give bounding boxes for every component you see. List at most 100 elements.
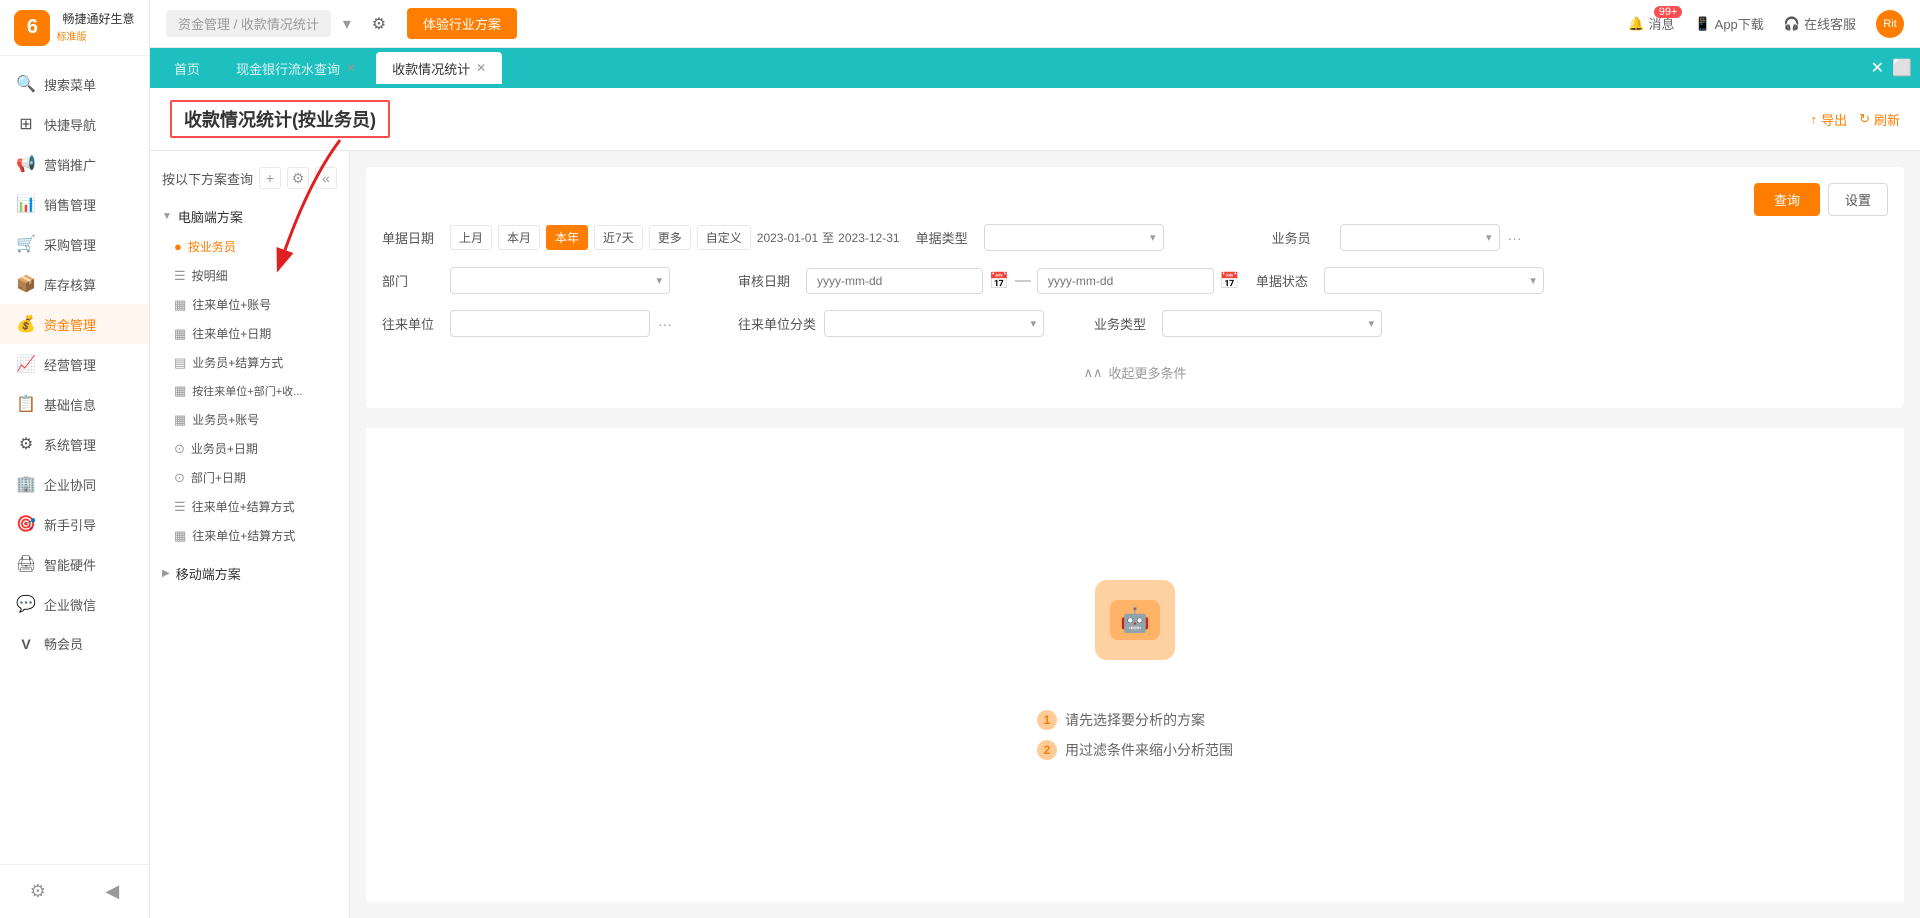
user-avatar[interactable]: Rit bbox=[1876, 10, 1904, 38]
sidebar-collapse-btn[interactable]: ◀ bbox=[105, 881, 119, 902]
trial-button[interactable]: 体验行业方案 bbox=[407, 8, 517, 39]
scheme-group-mobile-header[interactable]: ▶ 移动端方案 bbox=[150, 558, 349, 589]
date-separator: — bbox=[1015, 272, 1031, 290]
business-type-select[interactable] bbox=[1162, 310, 1382, 337]
filter-item-doc-status: 单据状态 ▾ bbox=[1256, 267, 1596, 294]
scheme-item-salesman-settle[interactable]: ▤ 业务员+结算方式 bbox=[150, 348, 349, 377]
sidebar: 6 畅捷通好生意 标准版 🔍 搜索菜单 ⊞ 快捷导航 📢 营销推广 📊 销 bbox=[0, 0, 150, 918]
review-date-end-input[interactable] bbox=[1037, 268, 1214, 294]
partner-more-btn[interactable]: ··· bbox=[654, 316, 676, 332]
sidebar-settings-btn[interactable]: ⚙ bbox=[30, 881, 46, 902]
collapse-conditions-btn[interactable]: ∧∧ 收起更多条件 bbox=[382, 353, 1888, 392]
filter-settings-button[interactable]: 设置 bbox=[1828, 183, 1888, 216]
close-window-btn[interactable]: ✕ bbox=[1871, 58, 1884, 78]
date-btn-last-month[interactable]: 上月 bbox=[450, 225, 492, 250]
dept-select-wrapper: ▾ bbox=[450, 267, 670, 294]
marketing-icon: 📢 bbox=[16, 154, 36, 174]
sidebar-item-inventory[interactable]: 📦 库存核算 bbox=[0, 264, 149, 304]
partner-category-select[interactable] bbox=[824, 310, 1044, 337]
window-controls: ✕ ⬜ bbox=[1871, 58, 1912, 78]
scheme-item-dept-date[interactable]: ⊙ 部门+日期 bbox=[150, 463, 349, 492]
partner-settle2-icon: ▦ bbox=[174, 528, 186, 544]
sidebar-item-search[interactable]: 🔍 搜索菜单 bbox=[0, 64, 149, 104]
online-service-btn[interactable]: 🎧 在线客服 bbox=[1784, 14, 1856, 33]
header-gear-btn[interactable]: ⚙ bbox=[363, 8, 395, 40]
scheme-item-partner-account[interactable]: ▦ 往来单位+账号 bbox=[150, 290, 349, 319]
date-btn-last-7-days[interactable]: 近7天 bbox=[594, 225, 643, 250]
sidebar-item-label: 快捷导航 bbox=[44, 115, 96, 134]
sidebar-item-finance[interactable]: 💰 资金管理 bbox=[0, 304, 149, 344]
scheme-item-partner-settle1[interactable]: ☰ 往来单位+结算方式 bbox=[150, 492, 349, 521]
review-date-label: 审核日期 bbox=[738, 271, 798, 290]
scheme-settings-btn[interactable]: ⚙ bbox=[287, 167, 309, 189]
sidebar-item-label: 经营管理 bbox=[44, 355, 96, 374]
sidebar-item-member[interactable]: V 畅会员 bbox=[0, 624, 149, 663]
notification-badge-count: 99+ bbox=[1654, 6, 1683, 18]
app-download-btn[interactable]: 📱 App下载 bbox=[1694, 14, 1763, 33]
scheme-group-desktop-header[interactable]: ▼ 电脑端方案 bbox=[150, 201, 349, 232]
doc-status-select[interactable] bbox=[1324, 267, 1544, 294]
scheme-item-salesman-date[interactable]: ⊙ 业务员+日期 bbox=[150, 434, 349, 463]
breadcrumb-dropdown-icon[interactable]: ▾ bbox=[343, 14, 351, 34]
scheme-item-label: 往来单位+日期 bbox=[192, 325, 271, 342]
sidebar-item-operations[interactable]: 📈 经营管理 bbox=[0, 344, 149, 384]
add-scheme-btn[interactable]: + bbox=[259, 167, 281, 189]
maximize-window-btn[interactable]: ⬜ bbox=[1892, 58, 1912, 78]
query-button[interactable]: 查询 bbox=[1754, 183, 1820, 216]
page-header-actions: ↑ 导出 ↻ 刷新 bbox=[1811, 110, 1900, 129]
salesman-more-btn[interactable]: ··· bbox=[1504, 230, 1526, 246]
dept-date-icon: ⊙ bbox=[174, 470, 185, 486]
date-btn-custom[interactable]: 自定义 bbox=[697, 225, 751, 250]
sidebar-item-purchase[interactable]: 🛒 采购管理 bbox=[0, 224, 149, 264]
top-header: 资金管理 / 收款情况统计 ▾ ⚙ 体验行业方案 🔔 消息 99+ 📱 App下… bbox=[150, 0, 1920, 48]
refresh-button[interactable]: ↻ 刷新 bbox=[1859, 110, 1900, 129]
scheme-item-label: 业务员+结算方式 bbox=[192, 354, 283, 371]
salesman-account-icon: ▦ bbox=[174, 412, 186, 428]
tab-collection-stat-close[interactable]: ✕ bbox=[476, 61, 486, 75]
tab-bank-flow-close[interactable]: ✕ bbox=[346, 61, 356, 75]
dept-select[interactable] bbox=[450, 267, 670, 294]
date-btn-this-year[interactable]: 本年 bbox=[546, 225, 588, 250]
sales-icon: 📊 bbox=[16, 194, 36, 214]
scheme-item-label: 按往来单位+部门+收... bbox=[192, 383, 302, 399]
scheme-item-partner-date[interactable]: ▦ 往来单位+日期 bbox=[150, 319, 349, 348]
partner-category-label: 往来单位分类 bbox=[738, 314, 816, 333]
salesman-select[interactable] bbox=[1340, 224, 1500, 251]
scheme-item-by-detail[interactable]: ☰ 按明细 bbox=[150, 261, 349, 290]
scheme-item-salesman-account[interactable]: ▦ 业务员+账号 bbox=[150, 405, 349, 434]
sidebar-item-guide[interactable]: 🎯 新手引导 bbox=[0, 504, 149, 544]
doc-type-label: 单据类型 bbox=[916, 228, 976, 247]
scheme-item-partner-settle2[interactable]: ▦ 往来单位+结算方式 bbox=[150, 521, 349, 550]
sidebar-item-wechat[interactable]: 💬 企业微信 bbox=[0, 584, 149, 624]
download-icon: 📱 bbox=[1694, 16, 1710, 32]
sidebar-item-system[interactable]: ⚙ 系统管理 bbox=[0, 424, 149, 464]
notification-btn[interactable]: 🔔 消息 99+ bbox=[1628, 14, 1674, 33]
filter-item-partner: 往来单位 ··· bbox=[382, 310, 722, 337]
scheme-item-partner-dept-collect[interactable]: ▦ 按往来单位+部门+收... bbox=[150, 377, 349, 405]
sidebar-item-smart-hw[interactable]: 🖨 智能硬件 bbox=[0, 544, 149, 584]
collapse-panel-btn[interactable]: « bbox=[315, 167, 337, 189]
filter-row-partner: 往来单位 ··· 往来单位分类 bbox=[382, 310, 1888, 337]
tab-collection-stat-label: 收款情况统计 bbox=[392, 59, 470, 78]
date-btn-more[interactable]: 更多 bbox=[649, 225, 691, 250]
sidebar-item-quick-nav[interactable]: ⊞ 快捷导航 bbox=[0, 104, 149, 144]
sidebar-item-marketing[interactable]: 📢 营销推广 bbox=[0, 144, 149, 184]
review-date-start-input[interactable] bbox=[806, 268, 983, 294]
doc-type-select[interactable] bbox=[984, 224, 1164, 251]
sidebar-item-label: 畅会员 bbox=[44, 634, 83, 653]
operations-icon: 📈 bbox=[16, 354, 36, 374]
sidebar-item-sales[interactable]: 📊 销售管理 bbox=[0, 184, 149, 224]
export-button[interactable]: ↑ 导出 bbox=[1811, 110, 1848, 129]
sidebar-item-company[interactable]: 🏢 企业协同 bbox=[0, 464, 149, 504]
filter-content-area: 查询 设置 单据日期 上月 本月 本年 近7天 更多 bbox=[350, 151, 1920, 918]
scheme-item-by-salesman[interactable]: ● 按业务员 bbox=[150, 232, 349, 261]
date-range-display: 2023-01-01 至 2023-12-31 bbox=[757, 229, 900, 246]
app-edition: 标准版 bbox=[56, 28, 134, 43]
sidebar-item-basic-info[interactable]: 📋 基础信息 bbox=[0, 384, 149, 424]
tab-collection-stat[interactable]: 收款情况统计 ✕ bbox=[376, 52, 502, 84]
tab-home[interactable]: 首页 bbox=[158, 52, 216, 84]
tab-bank-flow[interactable]: 现金银行流水查询 ✕ bbox=[220, 52, 372, 84]
date-btn-this-month[interactable]: 本月 bbox=[498, 225, 540, 250]
partner-input[interactable] bbox=[450, 310, 650, 337]
left-scheme-panel: 按以下方案查询 + ⚙ « ▼ 电脑端方案 ● 按业务员 bbox=[150, 151, 350, 918]
